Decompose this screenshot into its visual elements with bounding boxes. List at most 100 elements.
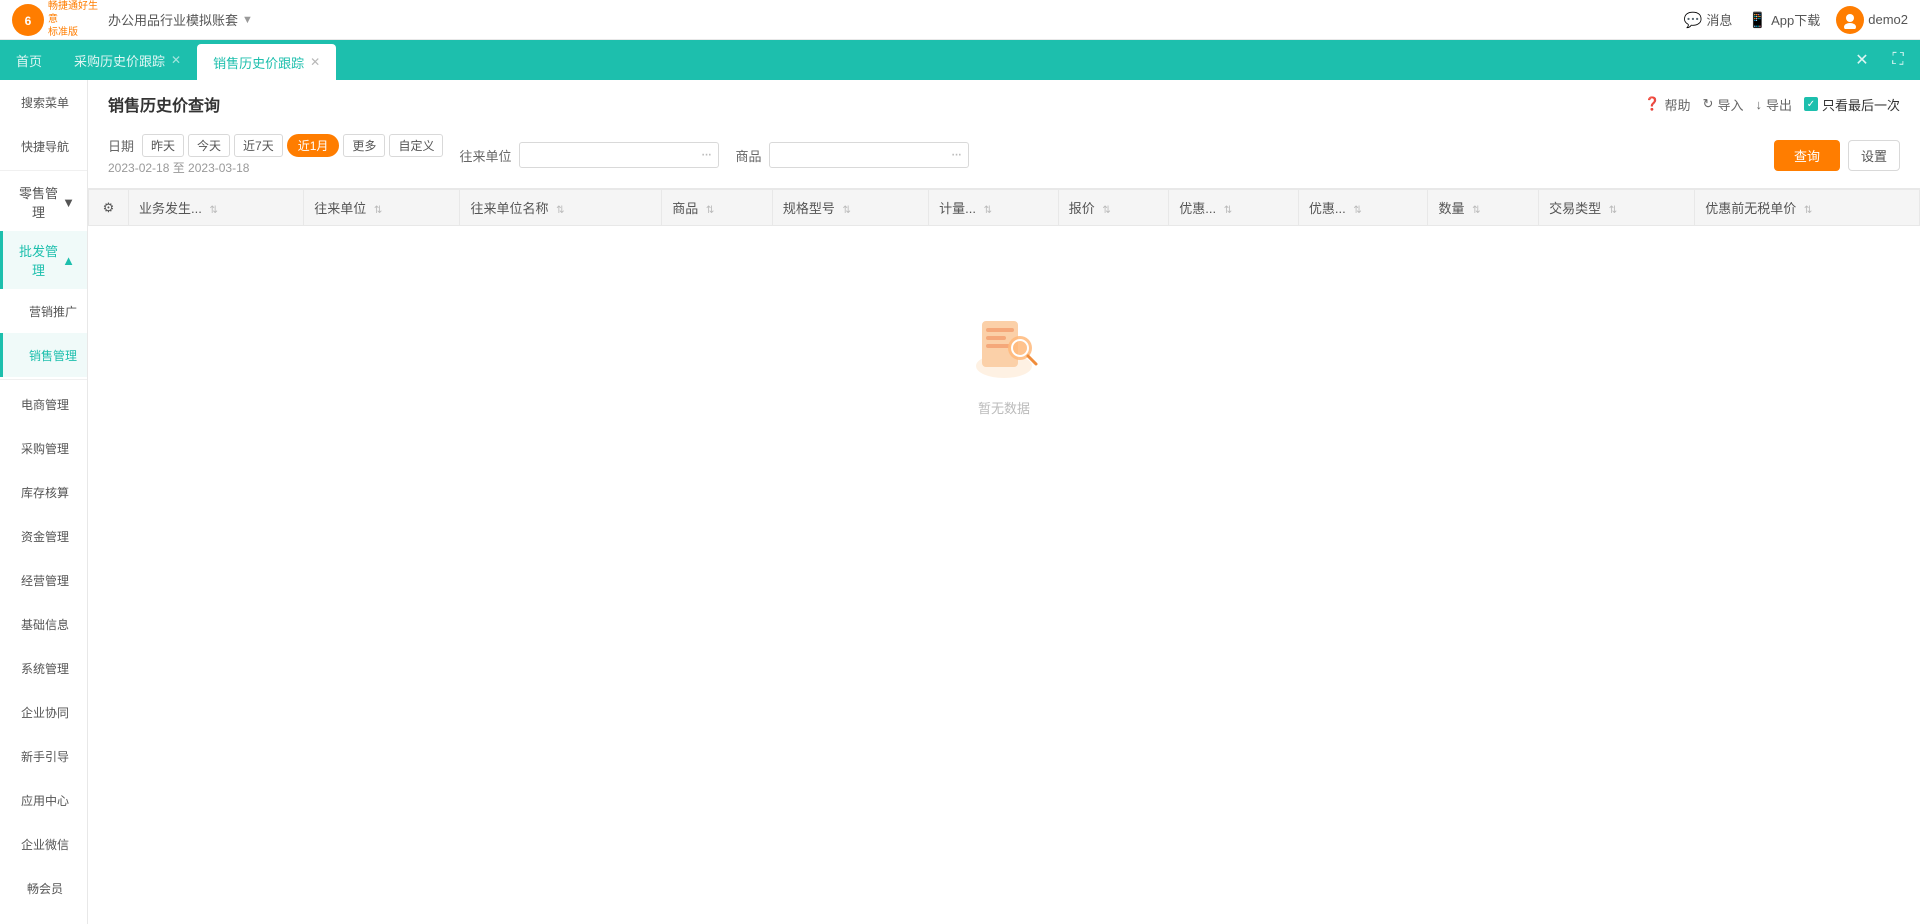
tab-purchase-close-icon[interactable]: ✕ (171, 53, 181, 67)
tab-sales[interactable]: 销售历史价跟踪 ✕ (197, 44, 336, 80)
sidebar-item-purchase[interactable]: 采购管理 (0, 426, 87, 470)
col-product[interactable]: 商品 ⇅ (662, 190, 773, 226)
sidebar-item-ecommerce[interactable]: 电商管理 (0, 382, 87, 426)
sidebar: 搜索菜单 快捷导航 零售管理 ▼ 批发管理 ▲ 营销推广 销售管理 电商管理 采… (0, 80, 88, 924)
export-btn[interactable]: ↓ 导出 (1755, 95, 1792, 114)
user-avatar (1836, 6, 1864, 34)
sort-icon-unit: ⇅ (984, 205, 992, 216)
tab-bar-actions: ✕ ⛶ (1848, 46, 1920, 74)
sidebar-item-wholesale[interactable]: 批发管理 ▲ (0, 231, 87, 289)
col-unit[interactable]: 计量... ⇅ (929, 190, 1059, 226)
partner-label: 往来单位 (459, 146, 511, 165)
col-quantity[interactable]: 数量 ⇅ (1428, 190, 1539, 226)
empty-icon (964, 306, 1044, 386)
sidebar-item-member[interactable]: 畅会员 (0, 866, 87, 910)
checkbox-icon: ✓ (1804, 97, 1818, 111)
selector-arrow-icon: ▼ (242, 14, 253, 26)
page-title: 销售历史价查询 (108, 92, 220, 116)
phone-icon: 📱 (1748, 11, 1767, 29)
product-input[interactable]: ··· (769, 142, 969, 168)
sidebar-item-wechat[interactable]: 企业微信 (0, 822, 87, 866)
svg-text:6: 6 (25, 14, 32, 28)
date-range-text: 2023-02-18 至 2023-03-18 (108, 159, 443, 176)
sidebar-item-retail[interactable]: 零售管理 ▼ (0, 173, 87, 231)
sidebar-item-operations[interactable]: 经营管理 (0, 558, 87, 602)
sidebar-item-search[interactable]: 搜索菜单 (0, 80, 87, 124)
sidebar-item-finance[interactable]: 资金管理 (0, 514, 87, 558)
sidebar-item-system[interactable]: 系统管理 (0, 646, 87, 690)
date-btn-custom[interactable]: 自定义 (389, 134, 443, 157)
tab-expand-icon[interactable]: ⛶ (1884, 46, 1912, 74)
user-menu[interactable]: demo2 (1836, 6, 1908, 34)
account-selector[interactable]: 办公用品行业模拟账套 ▼ (108, 10, 253, 29)
top-bar-right: 💬 消息 📱 App下载 demo2 (1684, 6, 1908, 34)
logo-icon: 6 (12, 4, 44, 36)
empty-state: 暂无数据 (88, 226, 1920, 497)
setting-button[interactable]: 设置 (1848, 140, 1900, 171)
main-layout: 搜索菜单 快捷导航 零售管理 ▼ 批发管理 ▲ 营销推广 销售管理 电商管理 采… (0, 80, 1920, 924)
tab-close-all-icon[interactable]: ✕ (1848, 46, 1876, 74)
import-btn[interactable]: ↻ 导入 (1703, 95, 1744, 114)
help-icon: ❓ (1644, 96, 1660, 112)
help-btn[interactable]: ❓ 帮助 (1644, 95, 1690, 114)
col-partner-name[interactable]: 往来单位名称 ⇅ (460, 190, 662, 226)
sort-icon-spec: ⇅ (843, 205, 851, 216)
col-quoted-price[interactable]: 报价 ⇅ (1058, 190, 1169, 226)
partner-input[interactable]: ··· (519, 142, 719, 168)
sidebar-item-enterprise[interactable]: 企业协同 (0, 690, 87, 734)
date-btn-1month[interactable]: 近1月 (287, 134, 340, 157)
tab-bar: 首页 采购历史价跟踪 ✕ 销售历史价跟踪 ✕ ✕ ⛶ (0, 40, 1920, 80)
date-filter-group: 日期 昨天 今天 近7天 近1月 更多 自定义 (108, 134, 443, 157)
sidebar-item-sales-mgmt[interactable]: 销售管理 (0, 333, 87, 377)
tab-sales-close-icon[interactable]: ✕ (310, 55, 320, 69)
sort-icon-trade-type: ⇅ (1609, 205, 1617, 216)
product-label: 商品 (735, 146, 761, 165)
sort-icon-partner-code: ⇅ (374, 205, 382, 216)
sort-icon-quantity: ⇅ (1472, 205, 1480, 216)
date-label: 日期 (108, 136, 134, 155)
col-partner-code[interactable]: 往来单位 ⇅ (304, 190, 460, 226)
filter-date-group: 日期 昨天 今天 近7天 近1月 更多 自定义 2023-02-18 至 202… (108, 134, 443, 176)
col-spec[interactable]: 规格型号 ⇅ (772, 190, 928, 226)
settings-icon: ⚙ (103, 200, 115, 215)
col-discount1[interactable]: 优惠... ⇅ (1169, 190, 1299, 226)
date-btn-yesterday[interactable]: 昨天 (142, 134, 184, 157)
product-filter-group: 商品 ··· (735, 142, 969, 168)
query-button[interactable]: 查询 (1774, 140, 1840, 171)
sort-icon-product: ⇅ (706, 205, 714, 216)
export-icon: ↓ (1755, 97, 1762, 112)
date-btn-more[interactable]: 更多 (343, 134, 385, 157)
page-header: 销售历史价查询 ❓ 帮助 ↻ 导入 ↓ 导出 ✓ (88, 80, 1920, 189)
tab-home[interactable]: 首页 (0, 40, 58, 80)
retail-arrow-icon: ▼ (62, 195, 75, 210)
col-pretax-price[interactable]: 优惠前无税单价 ⇅ (1695, 190, 1920, 226)
date-btn-7days[interactable]: 近7天 (234, 134, 283, 157)
col-settings[interactable]: ⚙ (89, 190, 129, 226)
message-btn[interactable]: 💬 消息 (1684, 10, 1733, 29)
sidebar-divider-1 (0, 170, 87, 171)
only-last-checkbox[interactable]: ✓ 只看最后一次 (1804, 95, 1900, 114)
page-title-row: 销售历史价查询 ❓ 帮助 ↻ 导入 ↓ 导出 ✓ (108, 92, 1900, 116)
wholesale-arrow-icon: ▲ (62, 253, 75, 268)
col-discount2[interactable]: 优惠... ⇅ (1298, 190, 1428, 226)
sidebar-divider-2 (0, 379, 87, 380)
date-btn-today[interactable]: 今天 (188, 134, 230, 157)
app-download-btn[interactable]: 📱 App下载 (1748, 10, 1820, 29)
sort-icon-quoted-price: ⇅ (1102, 205, 1110, 216)
top-bar: 6 畅捷通好生意 标准版 办公用品行业模拟账套 ▼ 💬 消息 📱 App下载 d… (0, 0, 1920, 40)
sort-icon-pretax-price: ⇅ (1804, 205, 1812, 216)
table-header-row: ⚙ 业务发生... ⇅ 往来单位 ⇅ 往来单位名称 ⇅ (89, 190, 1920, 226)
sort-icon-biz-date: ⇅ (209, 205, 217, 216)
sidebar-item-guide[interactable]: 新手引导 (0, 734, 87, 778)
tab-purchase[interactable]: 采购历史价跟踪 ✕ (58, 40, 197, 80)
sidebar-item-app-center[interactable]: 应用中心 (0, 778, 87, 822)
col-trade-type[interactable]: 交易类型 ⇅ (1539, 190, 1695, 226)
sidebar-item-basic-info[interactable]: 基础信息 (0, 602, 87, 646)
sidebar-item-marketing[interactable]: 营销推广 (0, 289, 87, 333)
col-biz-date[interactable]: 业务发生... ⇅ (129, 190, 304, 226)
sidebar-item-quick-nav[interactable]: 快捷导航 (0, 124, 87, 168)
sort-icon-discount1: ⇅ (1224, 205, 1232, 216)
empty-text: 暂无数据 (978, 398, 1030, 417)
sort-icon-partner-name: ⇅ (556, 205, 564, 216)
sidebar-item-inventory[interactable]: 库存核算 (0, 470, 87, 514)
